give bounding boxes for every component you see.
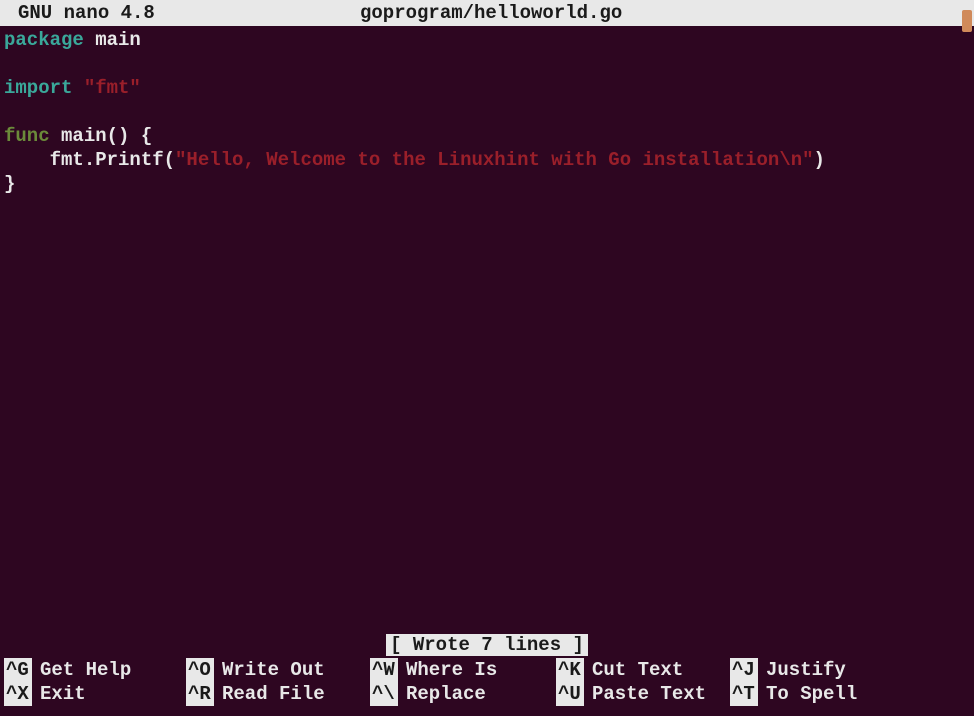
- label-exit: Exit: [40, 682, 86, 706]
- label-read-file: Read File: [222, 682, 325, 706]
- label-write-out: Write Out: [222, 658, 325, 682]
- shortcut-row-1: ^G Get Help ^O Write Out ^W Where Is ^K Cut …: [4, 658, 970, 682]
- status-line: [ Wrote 7 lines ]: [0, 634, 974, 656]
- key-ctrl-u: ^U: [556, 682, 584, 706]
- label-to-spell: To Spell: [766, 682, 857, 706]
- shortcut-where-is[interactable]: ^W Where Is: [370, 658, 556, 682]
- code-line-3: import "fmt": [4, 76, 970, 100]
- code-line-7: }: [4, 172, 970, 196]
- code-line-5: func main() {: [4, 124, 970, 148]
- shortcut-get-help[interactable]: ^G Get Help: [4, 658, 186, 682]
- filename: goprogram/helloworld.go: [360, 0, 622, 26]
- code-line-6: fmt.Printf("Hello, Welcome to the Linuxh…: [4, 148, 970, 172]
- string-fmt: "fmt": [72, 77, 140, 99]
- ident-main: main: [84, 29, 141, 51]
- shortcut-write-out[interactable]: ^O Write Out: [186, 658, 370, 682]
- code-line-1: package main: [4, 28, 970, 52]
- key-ctrl-backslash: ^\: [370, 682, 398, 706]
- keyword-import: import: [4, 77, 72, 99]
- shortcut-row-2: ^X Exit ^R Read File ^\ Replace ^U Paste Tex…: [4, 682, 970, 706]
- shortcut-exit[interactable]: ^X Exit: [4, 682, 186, 706]
- punct-close-paren: ): [814, 149, 825, 171]
- indent: [4, 149, 50, 171]
- call-fmt-printf: fmt.Printf(: [50, 149, 175, 171]
- func-name: main: [50, 125, 107, 147]
- punct-close-brace: }: [4, 173, 15, 195]
- keyword-func: func: [4, 125, 50, 147]
- label-cut-text: Cut Text: [592, 658, 683, 682]
- status-message: [ Wrote 7 lines ]: [386, 634, 588, 656]
- key-ctrl-k: ^K: [556, 658, 584, 682]
- label-replace: Replace: [406, 682, 486, 706]
- editor-content[interactable]: package main import "fmt" func main() { …: [0, 26, 974, 198]
- shortcut-cut-text[interactable]: ^K Cut Text: [556, 658, 730, 682]
- shortcut-to-spell[interactable]: ^T To Spell: [730, 682, 930, 706]
- app-name: GNU nano 4.8: [0, 0, 360, 26]
- shortcut-replace[interactable]: ^\ Replace: [370, 682, 556, 706]
- shortcut-justify[interactable]: ^J Justify: [730, 658, 930, 682]
- key-ctrl-w: ^W: [370, 658, 398, 682]
- key-ctrl-g: ^G: [4, 658, 32, 682]
- titlebar: GNU nano 4.8 goprogram/helloworld.go: [0, 0, 974, 26]
- key-ctrl-t: ^T: [730, 682, 758, 706]
- scrollbar-thumb[interactable]: [962, 10, 972, 32]
- bottom-area: [ Wrote 7 lines ] ^G Get Help ^O Write Out…: [0, 634, 974, 706]
- string-hello: "Hello, Welcome to the Linuxhint with Go…: [175, 149, 814, 171]
- shortcut-paste-text[interactable]: ^U Paste Text: [556, 682, 730, 706]
- code-line-blank: [4, 100, 970, 124]
- punct-paren-brace: () {: [107, 125, 153, 147]
- code-line-blank: [4, 52, 970, 76]
- label-paste-text: Paste Text: [592, 682, 706, 706]
- key-ctrl-x: ^X: [4, 682, 32, 706]
- label-justify: Justify: [766, 658, 846, 682]
- label-where-is: Where Is: [406, 658, 497, 682]
- keyword-package: package: [4, 29, 84, 51]
- label-get-help: Get Help: [40, 658, 131, 682]
- key-ctrl-o: ^O: [186, 658, 214, 682]
- shortcut-bar: ^G Get Help ^O Write Out ^W Where Is ^K Cut …: [0, 658, 974, 706]
- shortcut-read-file[interactable]: ^R Read File: [186, 682, 370, 706]
- key-ctrl-r: ^R: [186, 682, 214, 706]
- key-ctrl-j: ^J: [730, 658, 758, 682]
